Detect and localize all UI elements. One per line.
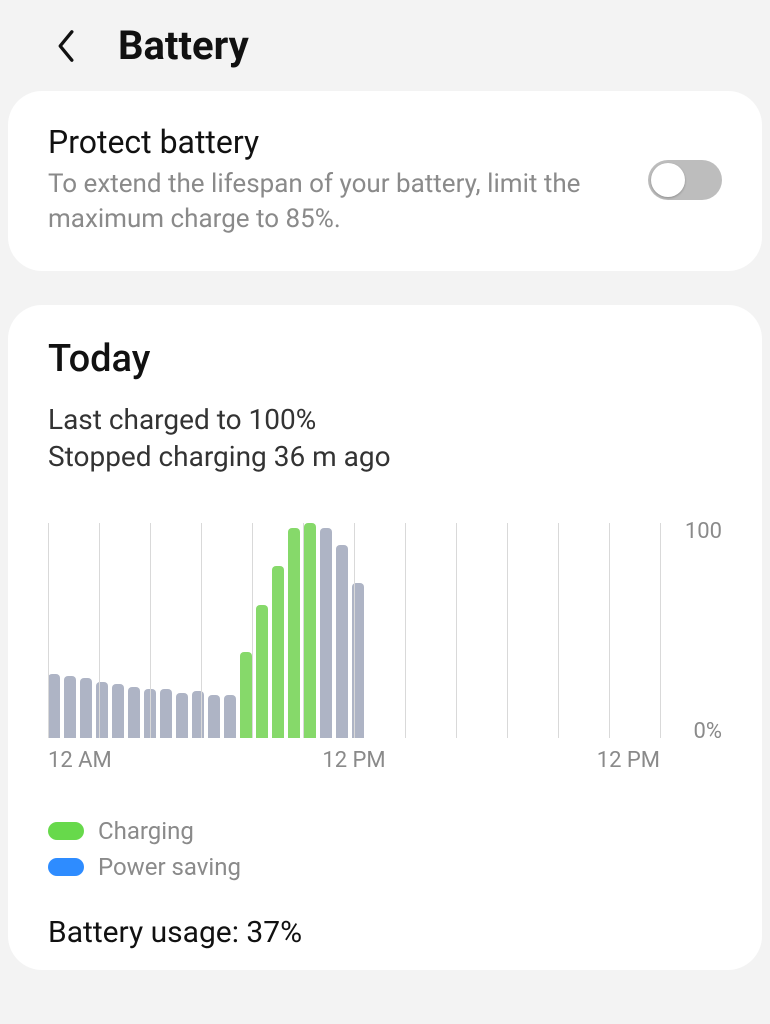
chart-bar xyxy=(192,691,204,738)
chart-gridline xyxy=(252,523,253,738)
protect-battery-desc: To extend the lifespan of your battery, … xyxy=(48,167,628,237)
legend-label: Charging xyxy=(98,817,194,845)
legend-label: Power saving xyxy=(98,853,241,881)
chevron-left-icon xyxy=(56,29,76,63)
legend-swatch-charging xyxy=(48,822,84,840)
legend-power-saving: Power saving xyxy=(48,853,722,881)
chart-gridline xyxy=(609,523,610,738)
stopped-charging-line: Stopped charging 36 m ago xyxy=(48,440,722,473)
legend-swatch-power-saving xyxy=(48,858,84,876)
today-card: Today Last charged to 100% Stopped charg… xyxy=(8,305,762,970)
chart-bar xyxy=(128,687,140,739)
x-tick: 12 PM xyxy=(252,748,456,773)
last-charged-line: Last charged to 100% xyxy=(48,403,722,436)
y-tick-max: 100 xyxy=(685,519,722,544)
page-header: Battery xyxy=(0,0,770,91)
protect-battery-row[interactable]: Protect battery To extend the lifespan o… xyxy=(48,123,722,237)
battery-usage-line: Battery usage: 37% xyxy=(48,915,722,950)
chart-x-axis: 12 AM 12 PM 12 PM xyxy=(48,748,660,773)
protect-battery-toggle[interactable] xyxy=(648,160,722,200)
chart-gridline xyxy=(558,523,559,738)
back-button[interactable] xyxy=(48,28,84,64)
x-tick: 12 PM xyxy=(456,748,660,773)
x-tick: 12 AM xyxy=(48,748,252,773)
chart-y-axis: 100 0% xyxy=(660,523,722,738)
chart-bar-charging xyxy=(304,523,316,738)
chart-gridline xyxy=(303,523,304,738)
chart-gridline xyxy=(405,523,406,738)
chart-gridline xyxy=(354,523,355,738)
chart-bar xyxy=(96,682,108,738)
y-tick-min: 0% xyxy=(694,719,722,744)
chart-gridline xyxy=(456,523,457,738)
chart-bar xyxy=(112,684,124,738)
chart-gridline xyxy=(507,523,508,738)
chart-bar xyxy=(176,693,188,738)
protect-battery-card: Protect battery To extend the lifespan o… xyxy=(8,91,762,271)
chart-bar xyxy=(160,689,172,738)
chart-bar xyxy=(80,678,92,738)
chart-bar xyxy=(64,676,76,738)
chart-gridline xyxy=(99,523,100,738)
protect-battery-label: Protect battery xyxy=(48,123,628,161)
chart-bar xyxy=(224,695,236,738)
chart-gridline xyxy=(48,523,49,738)
chart-gridline xyxy=(150,523,151,738)
chart-bar-charging xyxy=(256,605,268,738)
chart-bar xyxy=(208,695,220,738)
toggle-knob xyxy=(651,163,685,197)
page-title: Battery xyxy=(118,22,249,69)
chart-bar xyxy=(336,545,348,739)
chart-bar-charging xyxy=(272,566,284,738)
chart-gridline xyxy=(201,523,202,738)
chart-bar-charging xyxy=(240,652,252,738)
battery-chart: 100 0% xyxy=(48,523,722,738)
chart-bar xyxy=(48,674,60,739)
today-title: Today xyxy=(48,337,722,381)
chart-bar xyxy=(320,528,332,739)
chart-legend: Charging Power saving xyxy=(48,817,722,881)
legend-charging: Charging xyxy=(48,817,722,845)
chart-bar-charging xyxy=(288,528,300,739)
